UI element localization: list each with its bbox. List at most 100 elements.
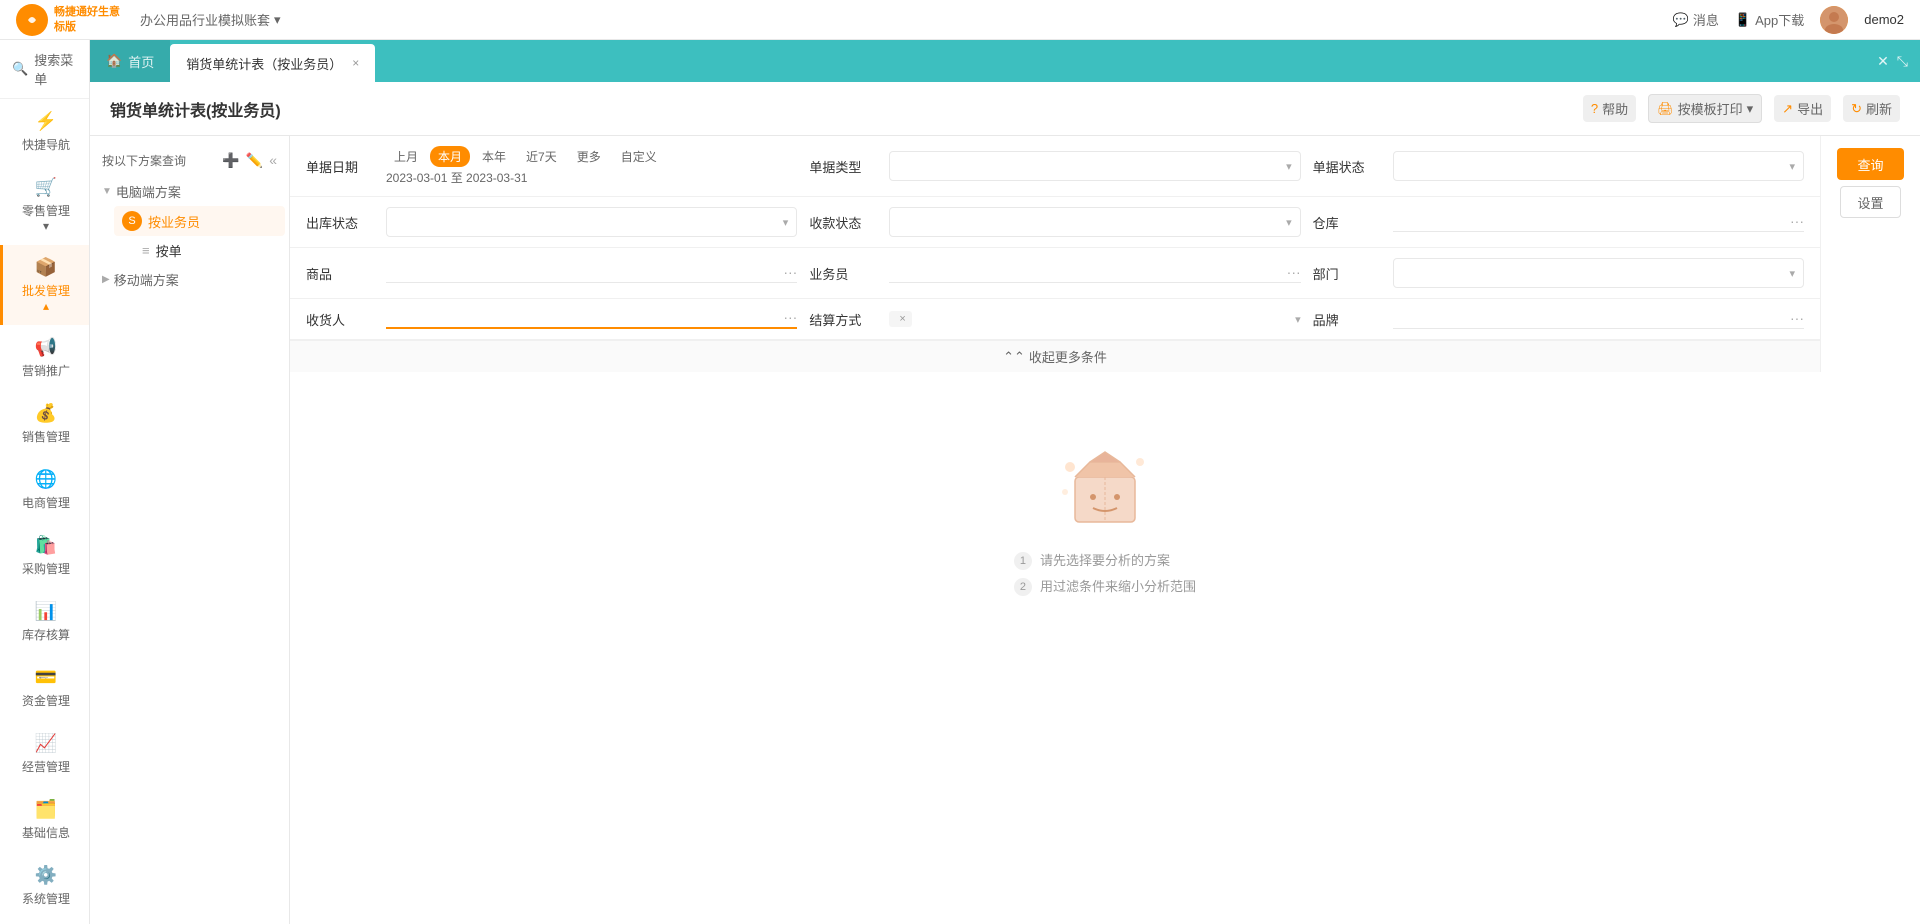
step-2-number: 2 — [1014, 578, 1032, 596]
tab-home[interactable]: 🏠 首页 — [90, 40, 170, 82]
doc-status-dropdown[interactable]: ▾ — [1393, 151, 1804, 181]
sidebar-item-system[interactable]: ⚙️ 系统管理 — [0, 853, 89, 919]
sidebar-item-marketing[interactable]: 📢 营销推广 — [0, 325, 89, 391]
message-button[interactable]: 💬 消息 — [1673, 10, 1719, 29]
sidebar-item-quicknav[interactable]: ⚡ 快捷导航 — [0, 99, 89, 165]
sidebar-item-purchase[interactable]: 🛍️ 采购管理 — [0, 523, 89, 589]
payment-status-filter: 收款状态 ▾ — [809, 207, 1300, 237]
filter-wrapper: 单据日期 上月 本月 本年 近7天 更多 自定义 — [290, 136, 1920, 372]
tab-bar: 🏠 首页 销货单统计表（按业务员） × ✕ ⤡ — [90, 40, 1920, 82]
operations-icon: 📈 — [35, 733, 57, 754]
sidebar-item-basic[interactable]: 🗂️ 基础信息 — [0, 787, 89, 853]
date-filter: 单据日期 上月 本月 本年 近7天 更多 自定义 — [306, 146, 797, 186]
inventory-icon: 📊 — [35, 601, 57, 622]
payment-status-dropdown[interactable]: ▾ — [889, 207, 1300, 237]
empty-illustration — [1055, 432, 1155, 532]
dept-dropdown[interactable]: ▾ — [1393, 258, 1804, 288]
arrow-icon: ▼ — [102, 186, 112, 197]
sidebar-item-ecommerce[interactable]: 🌐 电商管理 — [0, 457, 89, 523]
sidebar-item-sales[interactable]: 💰 销售管理 — [0, 391, 89, 457]
sales-icon: 💰 — [35, 403, 57, 424]
template-print-button[interactable]: 🖨 按模板打印 ▾ — [1648, 94, 1762, 123]
warehouse-filter: 仓库 ··· — [1313, 207, 1804, 237]
edit-scheme-button[interactable]: ✏️ — [246, 152, 263, 169]
add-scheme-button[interactable]: ➕ — [222, 152, 239, 169]
content-area: 🏠 首页 销货单统计表（按业务员） × ✕ ⤡ 销货单统计表(按业务员) ? 帮… — [90, 40, 1920, 924]
page-header: 销货单统计表(按业务员) ? 帮助 🖨 按模板打印 ▾ ↗ 导出 ↻ 刷新 — [90, 82, 1920, 136]
warehouse-dots-button[interactable]: ··· — [1790, 213, 1804, 229]
main-layout: 🔍 搜索菜单 ⚡ 快捷导航 🛒 零售管理 ▾ 📦 批发管理 ▴ 📢 营销推广 💰… — [0, 40, 1920, 924]
collapse-row[interactable]: ⌃⌃ 收起更多条件 — [290, 340, 1820, 372]
download-icon: 📱 — [1735, 12, 1751, 28]
tree-item-pc[interactable]: ▼ 电脑端方案 — [94, 177, 285, 206]
scheme-panel: 按以下方案查询 ➕ ✏️ « ▼ 电脑端方案 S — [90, 136, 290, 924]
tab-close-button[interactable]: × — [352, 56, 359, 70]
sidebar-item-operations[interactable]: 📈 经营管理 — [0, 721, 89, 787]
date-tabs: 上月 本月 本年 近7天 更多 自定义 — [386, 146, 797, 167]
wholesale-icon: 📦 — [35, 257, 57, 278]
refresh-button[interactable]: ↻ 刷新 — [1843, 95, 1900, 122]
doc-type-filter: 单据类型 ▾ — [809, 146, 1300, 186]
tree-item-mobile[interactable]: ▶ 移动端方案 — [94, 265, 285, 294]
collapse-scheme-button[interactable]: « — [269, 152, 277, 169]
basic-icon: 🗂️ — [35, 799, 57, 820]
date-range-text: 2023-03-01 至 2023-03-31 — [386, 169, 797, 186]
sidebar-search[interactable]: 🔍 搜索菜单 — [0, 40, 89, 99]
brand-dots-button[interactable]: ··· — [1790, 310, 1804, 326]
scheme-by-salesperson[interactable]: S 按业务员 — [114, 206, 285, 236]
tab-sales-stat[interactable]: 销货单统计表（按业务员） × — [170, 44, 375, 82]
retail-icon: 🛒 — [35, 177, 57, 198]
page-actions: ? 帮助 🖨 按模板打印 ▾ ↗ 导出 ↻ 刷新 — [1583, 94, 1900, 123]
date-tab-custom[interactable]: 自定义 — [613, 146, 665, 167]
filter-panel: 单据日期 上月 本月 本年 近7天 更多 自定义 — [290, 136, 1920, 924]
quicknav-icon: ⚡ — [35, 111, 57, 132]
nav-dropdown[interactable]: 办公用品行业模拟账套 ▾ — [140, 10, 281, 29]
logo-icon — [16, 4, 48, 36]
refresh-icon: ↻ — [1851, 101, 1862, 117]
recipient-dots-button[interactable]: ··· — [783, 309, 797, 325]
tree-children-pc: S 按业务员 ≡ 按单 — [94, 206, 285, 265]
tab-bar-actions: ✕ ⤡ — [1877, 53, 1920, 70]
settlement-tag-close[interactable]: × — [899, 313, 905, 325]
help-button[interactable]: ? 帮助 — [1583, 95, 1636, 122]
date-tab-lastmonth[interactable]: 上月 — [386, 146, 426, 167]
sidebar-item-inventory[interactable]: 📊 库存核算 — [0, 589, 89, 655]
chevron-up-icon: ▴ — [43, 299, 49, 313]
header-left: 畅捷通好生意 标版 办公用品行业模拟账套 ▾ — [16, 4, 281, 36]
maximize-icon[interactable]: ⤡ — [1897, 53, 1908, 70]
date-tab-7days[interactable]: 近7天 — [518, 146, 565, 167]
salesperson-dots-button[interactable]: ··· — [1287, 264, 1301, 280]
goods-dots-button[interactable]: ··· — [783, 264, 797, 280]
avatar[interactable] — [1820, 6, 1848, 34]
settlement-tag: × — [889, 311, 911, 327]
out-status-dropdown[interactable]: ▾ — [386, 207, 797, 237]
message-icon: 💬 — [1673, 12, 1689, 28]
date-tab-thismonth[interactable]: 本月 — [430, 146, 470, 167]
salesperson-filter: 业务员 ··· — [809, 258, 1300, 288]
search-icon: 🔍 — [12, 61, 28, 77]
order-icon: ≡ — [142, 243, 150, 258]
date-tab-thisyear[interactable]: 本年 — [474, 146, 514, 167]
scheme-by-order[interactable]: ≡ 按单 — [114, 236, 285, 265]
app-download-button[interactable]: 📱 App下载 — [1735, 10, 1804, 29]
sidebar-item-retail[interactable]: 🛒 零售管理 ▾ — [0, 165, 89, 245]
filter-main: 单据日期 上月 本月 本年 近7天 更多 自定义 — [290, 136, 1820, 372]
doc-type-dropdown[interactable]: ▾ — [889, 151, 1300, 181]
sidebar-item-finance[interactable]: 💳 资金管理 — [0, 655, 89, 721]
step-1-number: 1 — [1014, 552, 1032, 570]
recipient-input[interactable] — [386, 310, 779, 325]
query-button[interactable]: 查询 — [1837, 148, 1903, 180]
user-name[interactable]: demo2 — [1864, 12, 1904, 27]
settings-button[interactable]: 设置 — [1840, 186, 1900, 218]
export-icon: ↗ — [1782, 101, 1793, 117]
empty-steps: 1 请先选择要分析的方案 2 用过滤条件来缩小分析范围 — [1014, 548, 1196, 600]
sidebar-item-enterprise[interactable]: 🏢 企业协同 — [0, 919, 89, 924]
home-icon: 🏠 — [106, 53, 122, 69]
export-button[interactable]: ↗ 导出 — [1774, 95, 1831, 122]
chevron-down-icon: ▾ — [1286, 216, 1292, 229]
chevron-down-icon: ▾ — [274, 12, 281, 28]
close-tab-icon[interactable]: ✕ — [1877, 53, 1889, 70]
date-tab-more[interactable]: 更多 — [569, 146, 609, 167]
sidebar-item-wholesale[interactable]: 📦 批发管理 ▴ — [0, 245, 89, 325]
help-icon: ? — [1591, 101, 1598, 116]
